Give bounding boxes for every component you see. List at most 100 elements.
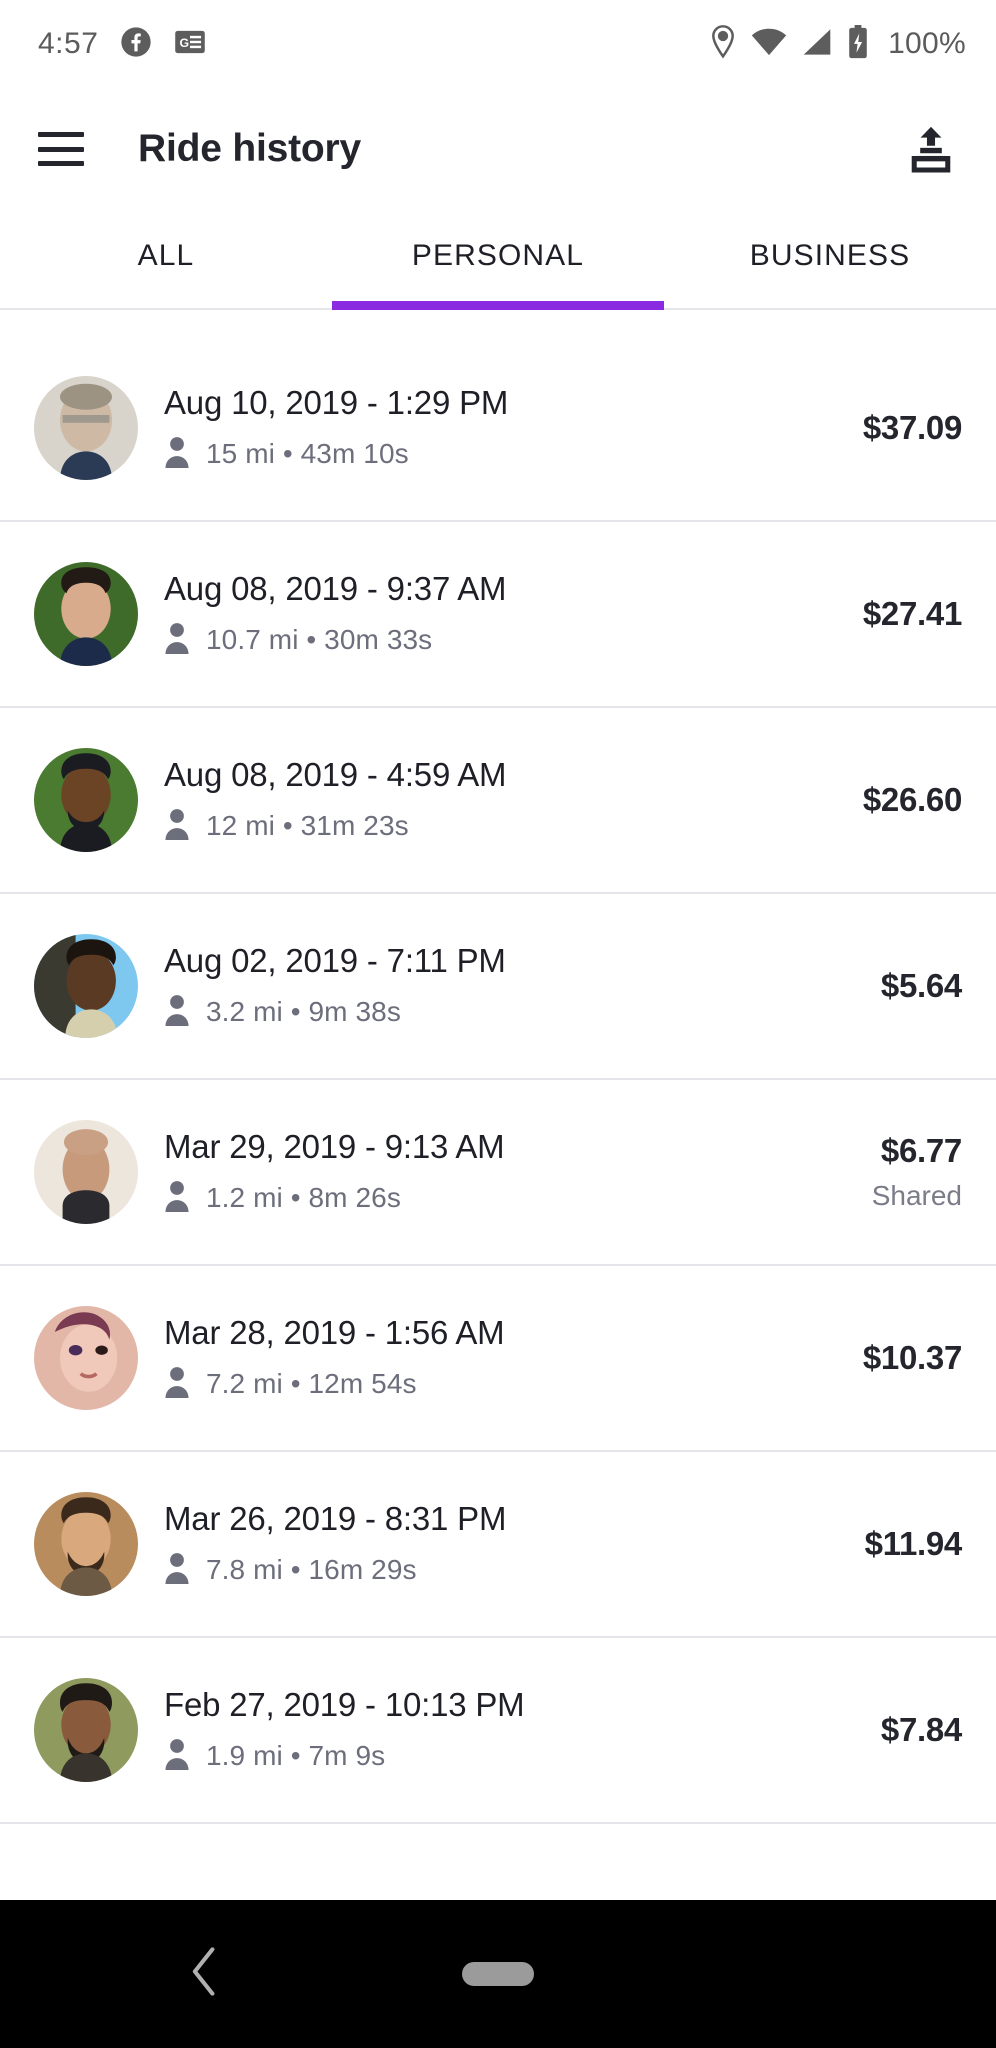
- ride-history-list[interactable]: Aug 10, 2019 - 1:29 PM 15 mi • 43m 10s $…: [0, 310, 996, 1900]
- ride-datetime: Feb 27, 2019 - 10:13 PM: [164, 1685, 525, 1723]
- ride-sub: 7.2 mi • 12m 54s: [164, 1366, 863, 1403]
- row-right: $11.94: [864, 1525, 963, 1563]
- row-right: $10.37: [863, 1339, 962, 1377]
- home-pill-icon[interactable]: [462, 1962, 534, 1986]
- tab-business[interactable]: BUSINESS: [664, 210, 996, 308]
- ride-datetime: Aug 08, 2019 - 4:59 AM: [164, 755, 507, 793]
- ride-meta: 12 mi • 31m 23s: [206, 810, 409, 841]
- row-right: $5.64: [881, 967, 962, 1005]
- ride-meta: 10.7 mi • 30m 33s: [206, 624, 433, 655]
- table-row[interactable]: Mar 29, 2019 - 9:13 AM 1.2 mi • 8m 26s $…: [0, 1080, 996, 1266]
- person-icon: [164, 1738, 190, 1775]
- ride-price: $26.60: [862, 781, 962, 818]
- row-main: Mar 28, 2019 - 1:56 AM 7.2 mi • 12m 54s: [164, 1314, 863, 1403]
- row-right: $7.84: [881, 1711, 962, 1749]
- table-row[interactable]: Mar 26, 2019 - 8:31 PM 7.8 mi • 16m 29s …: [0, 1452, 996, 1638]
- table-row[interactable]: Aug 02, 2019 - 7:11 PM 3.2 mi • 9m 38s $…: [0, 894, 996, 1080]
- wifi-icon: [751, 28, 787, 61]
- ride-sub: 3.2 mi • 9m 38s: [164, 994, 881, 1031]
- ride-meta: 15 mi • 43m 10s: [206, 438, 409, 469]
- ride-price: $10.37: [862, 1339, 962, 1376]
- row-main: Aug 02, 2019 - 7:11 PM 3.2 mi • 9m 38s: [164, 942, 881, 1031]
- status-bar-right: 100%: [709, 24, 966, 64]
- row-main: Aug 08, 2019 - 9:37 AM 10.7 mi • 30m 33s: [164, 570, 863, 659]
- ride-datetime: Mar 29, 2019 - 9:13 AM: [164, 1127, 505, 1165]
- person-icon: [164, 436, 190, 473]
- avatar: [34, 562, 138, 666]
- tab-all[interactable]: ALL: [0, 210, 332, 308]
- avatar: [34, 934, 138, 1038]
- avatar: [34, 376, 138, 480]
- person-icon: [164, 808, 190, 845]
- ride-datetime: Mar 28, 2019 - 1:56 AM: [164, 1313, 505, 1351]
- row-right: $27.41: [863, 595, 962, 633]
- status-bar-left: 4:57 G: [38, 26, 206, 63]
- ride-price: $5.64: [880, 967, 962, 1004]
- avatar: [34, 1120, 138, 1224]
- ride-meta: 1.9 mi • 7m 9s: [206, 1740, 386, 1771]
- row-main: Aug 10, 2019 - 1:29 PM 15 mi • 43m 10s: [164, 384, 863, 473]
- table-row[interactable]: Feb 27, 2019 - 10:13 PM 1.9 mi • 7m 9s $…: [0, 1638, 996, 1824]
- status-time: 4:57: [38, 27, 99, 60]
- person-icon: [164, 1180, 190, 1217]
- list-top-spacer: [0, 310, 996, 336]
- ride-price: $11.94: [864, 1525, 963, 1562]
- ride-sub: 1.2 mi • 8m 26s: [164, 1180, 872, 1217]
- row-right: $26.60: [863, 781, 962, 819]
- status-bar: 4:57 G 100%: [0, 0, 996, 88]
- ride-sub: 12 mi • 31m 23s: [164, 808, 863, 845]
- ride-datetime: Aug 10, 2019 - 1:29 PM: [164, 383, 509, 421]
- ride-price: $37.09: [862, 409, 962, 446]
- person-icon: [164, 1552, 190, 1589]
- row-right: $6.77 Shared: [871, 1132, 963, 1212]
- google-news-icon: G: [174, 28, 206, 61]
- row-main: Aug 08, 2019 - 4:59 AM 12 mi • 31m 23s: [164, 756, 863, 845]
- table-row[interactable]: Aug 08, 2019 - 9:37 AM 10.7 mi • 30m 33s…: [0, 522, 996, 708]
- ride-sub: 15 mi • 43m 10s: [164, 436, 863, 473]
- tab-personal-label: PERSONAL: [411, 239, 585, 272]
- table-row[interactable]: Aug 10, 2019 - 1:29 PM 15 mi • 43m 10s $…: [0, 336, 996, 522]
- ride-price: $6.77: [880, 1132, 962, 1169]
- page-title: Ride history: [138, 127, 361, 170]
- app-bar: Ride history: [0, 88, 996, 210]
- status-badge: Shared: [871, 1180, 962, 1211]
- table-row[interactable]: Aug 08, 2019 - 4:59 AM 12 mi • 31m 23s $…: [0, 708, 996, 894]
- ride-meta: 1.2 mi • 8m 26s: [206, 1182, 401, 1213]
- hamburger-menu-icon[interactable]: [38, 132, 84, 166]
- svg-text:G: G: [180, 35, 190, 49]
- row-main: Mar 29, 2019 - 9:13 AM 1.2 mi • 8m 26s: [164, 1128, 872, 1217]
- battery-percent-label: 100%: [888, 27, 966, 60]
- back-chevron-icon[interactable]: [190, 1947, 220, 2001]
- cellular-signal-icon: [801, 28, 833, 61]
- person-icon: [164, 622, 190, 659]
- tab-personal[interactable]: PERSONAL: [332, 210, 664, 310]
- phone-screen: 4:57 G 100% Ride history ALL PERSONAL BU…: [0, 0, 996, 2048]
- ride-sub: 7.8 mi • 16m 29s: [164, 1552, 865, 1589]
- person-icon: [164, 994, 190, 1031]
- table-row[interactable]: Mar 28, 2019 - 1:56 AM 7.2 mi • 12m 54s …: [0, 1266, 996, 1452]
- facebook-icon: [120, 26, 152, 63]
- tab-bar: ALL PERSONAL BUSINESS: [0, 210, 996, 310]
- location-icon: [709, 24, 737, 64]
- ride-meta: 7.8 mi • 16m 29s: [206, 1554, 417, 1585]
- avatar: [34, 1492, 138, 1596]
- ride-sub: 1.9 mi • 7m 9s: [164, 1738, 881, 1775]
- battery-charging-icon: [847, 24, 869, 64]
- system-navigation-bar: [0, 1900, 996, 2048]
- ride-meta: 3.2 mi • 9m 38s: [206, 996, 401, 1027]
- row-main: Mar 26, 2019 - 8:31 PM 7.8 mi • 16m 29s: [164, 1500, 865, 1589]
- export-upload-icon[interactable]: [900, 118, 962, 180]
- avatar: [34, 1678, 138, 1782]
- row-right: $37.09: [863, 409, 962, 447]
- ride-price: $7.84: [880, 1711, 962, 1748]
- ride-datetime: Aug 02, 2019 - 7:11 PM: [164, 941, 506, 979]
- ride-datetime: Aug 08, 2019 - 9:37 AM: [164, 569, 507, 607]
- row-main: Feb 27, 2019 - 10:13 PM 1.9 mi • 7m 9s: [164, 1686, 881, 1775]
- tab-all-label: ALL: [137, 239, 195, 272]
- ride-datetime: Mar 26, 2019 - 8:31 PM: [164, 1499, 507, 1537]
- avatar: [34, 1306, 138, 1410]
- ride-price: $27.41: [862, 595, 962, 632]
- tab-business-label: BUSINESS: [749, 239, 911, 272]
- ride-sub: 10.7 mi • 30m 33s: [164, 622, 863, 659]
- avatar: [34, 748, 138, 852]
